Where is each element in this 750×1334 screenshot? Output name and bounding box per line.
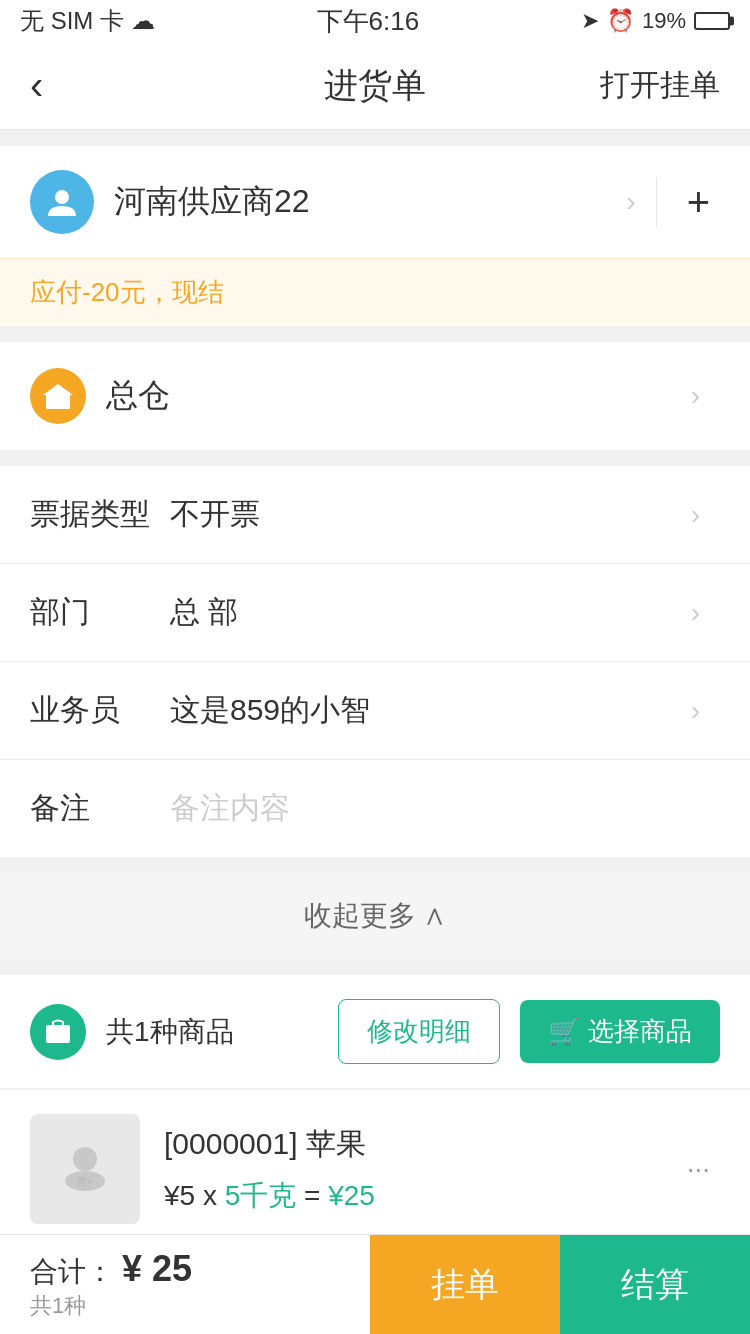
total-amount: ¥ 25 bbox=[122, 1248, 192, 1290]
summary-left: 合计： ¥ 25 共1种 bbox=[0, 1235, 370, 1334]
invoice-type-label: 票据类型 bbox=[30, 494, 160, 535]
product-more-button[interactable]: ··· bbox=[677, 1143, 720, 1195]
notice-bar: 应付-20元，现结 bbox=[0, 258, 750, 326]
price-qty: 5千克 bbox=[225, 1180, 297, 1211]
product-item: 营+ [0000001] 苹果 ¥5 x 5千克 = ¥25 ··· bbox=[0, 1090, 750, 1248]
item-count: 共1种 bbox=[30, 1291, 340, 1321]
sim-status: 无 SIM 卡 ☁ bbox=[20, 5, 155, 37]
invoice-type-row[interactable]: 票据类型 不开票 › bbox=[0, 466, 750, 564]
product-price: ¥5 x 5千克 = ¥25 bbox=[164, 1177, 653, 1215]
select-product-label: 选择商品 bbox=[588, 1014, 692, 1049]
supplier-section: 河南供应商22 › + 应付-20元，现结 bbox=[0, 146, 750, 326]
product-thumbnail: 营+ bbox=[30, 1114, 140, 1224]
salesperson-label: 业务员 bbox=[30, 690, 160, 731]
warehouse-section[interactable]: 总仓 › bbox=[0, 342, 750, 450]
form-section: 票据类型 不开票 › 部门 总 部 › 业务员 这是859的小智 › 备注 备注… bbox=[0, 466, 750, 857]
product-name: [0000001] 苹果 bbox=[164, 1124, 653, 1165]
svg-point-5 bbox=[73, 1147, 97, 1171]
chevron-right-icon: › bbox=[691, 597, 700, 629]
warehouse-name: 总仓 bbox=[106, 374, 691, 418]
remarks-row[interactable]: 备注 备注内容 bbox=[0, 760, 750, 857]
department-row[interactable]: 部门 总 部 › bbox=[0, 564, 750, 662]
product-count-label: 共1种商品 bbox=[106, 1013, 318, 1051]
department-value: 总 部 bbox=[160, 592, 691, 633]
product-count-icon bbox=[30, 1004, 86, 1060]
add-supplier-button[interactable]: + bbox=[677, 180, 720, 225]
price-x: x bbox=[203, 1180, 225, 1211]
supplier-row[interactable]: 河南供应商22 › + bbox=[0, 146, 750, 258]
divider bbox=[656, 177, 657, 227]
svg-marker-2 bbox=[43, 384, 73, 395]
remarks-input[interactable]: 备注内容 bbox=[160, 788, 720, 829]
price-unit: ¥5 bbox=[164, 1180, 195, 1211]
battery-icon bbox=[694, 12, 730, 30]
supplier-avatar bbox=[30, 170, 94, 234]
svg-text:营+: 营+ bbox=[77, 1176, 93, 1187]
department-label: 部门 bbox=[30, 592, 160, 633]
product-header: 共1种商品 修改明细 🛒 选择商品 bbox=[0, 975, 750, 1088]
price-eq: = bbox=[304, 1180, 328, 1211]
select-product-button[interactable]: 🛒 选择商品 bbox=[520, 1000, 720, 1063]
remarks-label: 备注 bbox=[30, 788, 160, 829]
hang-button[interactable]: 挂单 bbox=[370, 1235, 560, 1334]
alarm-icon: ⏰ bbox=[607, 8, 634, 34]
status-right: ➤ ⏰ 19% bbox=[581, 8, 730, 34]
chevron-right-icon: › bbox=[691, 695, 700, 727]
battery-percent: 19% bbox=[642, 8, 686, 34]
collapse-more-button[interactable]: 收起更多 ∧ bbox=[0, 873, 750, 959]
location-icon: ➤ bbox=[581, 8, 599, 34]
total-label: 合计： bbox=[30, 1253, 114, 1291]
separator bbox=[0, 130, 750, 146]
edit-detail-button[interactable]: 修改明细 bbox=[338, 999, 500, 1064]
svg-rect-3 bbox=[54, 401, 62, 409]
page-title: 进货单 bbox=[324, 63, 426, 109]
salesperson-row[interactable]: 业务员 这是859的小智 › bbox=[0, 662, 750, 760]
open-pending-button[interactable]: 打开挂单 bbox=[600, 65, 720, 106]
svg-point-0 bbox=[55, 190, 69, 204]
chevron-right-icon: › bbox=[691, 380, 700, 412]
price-total: ¥25 bbox=[328, 1180, 375, 1211]
bottom-bar: 合计： ¥ 25 共1种 挂单 结算 bbox=[0, 1234, 750, 1334]
supplier-name: 河南供应商22 bbox=[114, 180, 626, 224]
status-time: 下午6:16 bbox=[317, 4, 420, 39]
warehouse-icon bbox=[30, 368, 86, 424]
svg-rect-4 bbox=[46, 1025, 70, 1043]
chevron-right-icon: › bbox=[691, 499, 700, 531]
status-bar: 无 SIM 卡 ☁ 下午6:16 ➤ ⏰ 19% bbox=[0, 0, 750, 42]
back-button[interactable]: ‹ bbox=[30, 63, 90, 108]
salesperson-value: 这是859的小智 bbox=[160, 690, 691, 731]
nav-bar: ‹ 进货单 打开挂单 bbox=[0, 42, 750, 130]
invoice-type-value: 不开票 bbox=[160, 494, 691, 535]
product-info: [0000001] 苹果 ¥5 x 5千克 = ¥25 bbox=[164, 1124, 653, 1215]
cart-icon: 🛒 bbox=[548, 1016, 580, 1047]
checkout-button[interactable]: 结算 bbox=[560, 1235, 750, 1334]
status-left: 无 SIM 卡 ☁ bbox=[20, 5, 155, 37]
chevron-right-icon: › bbox=[626, 186, 635, 218]
